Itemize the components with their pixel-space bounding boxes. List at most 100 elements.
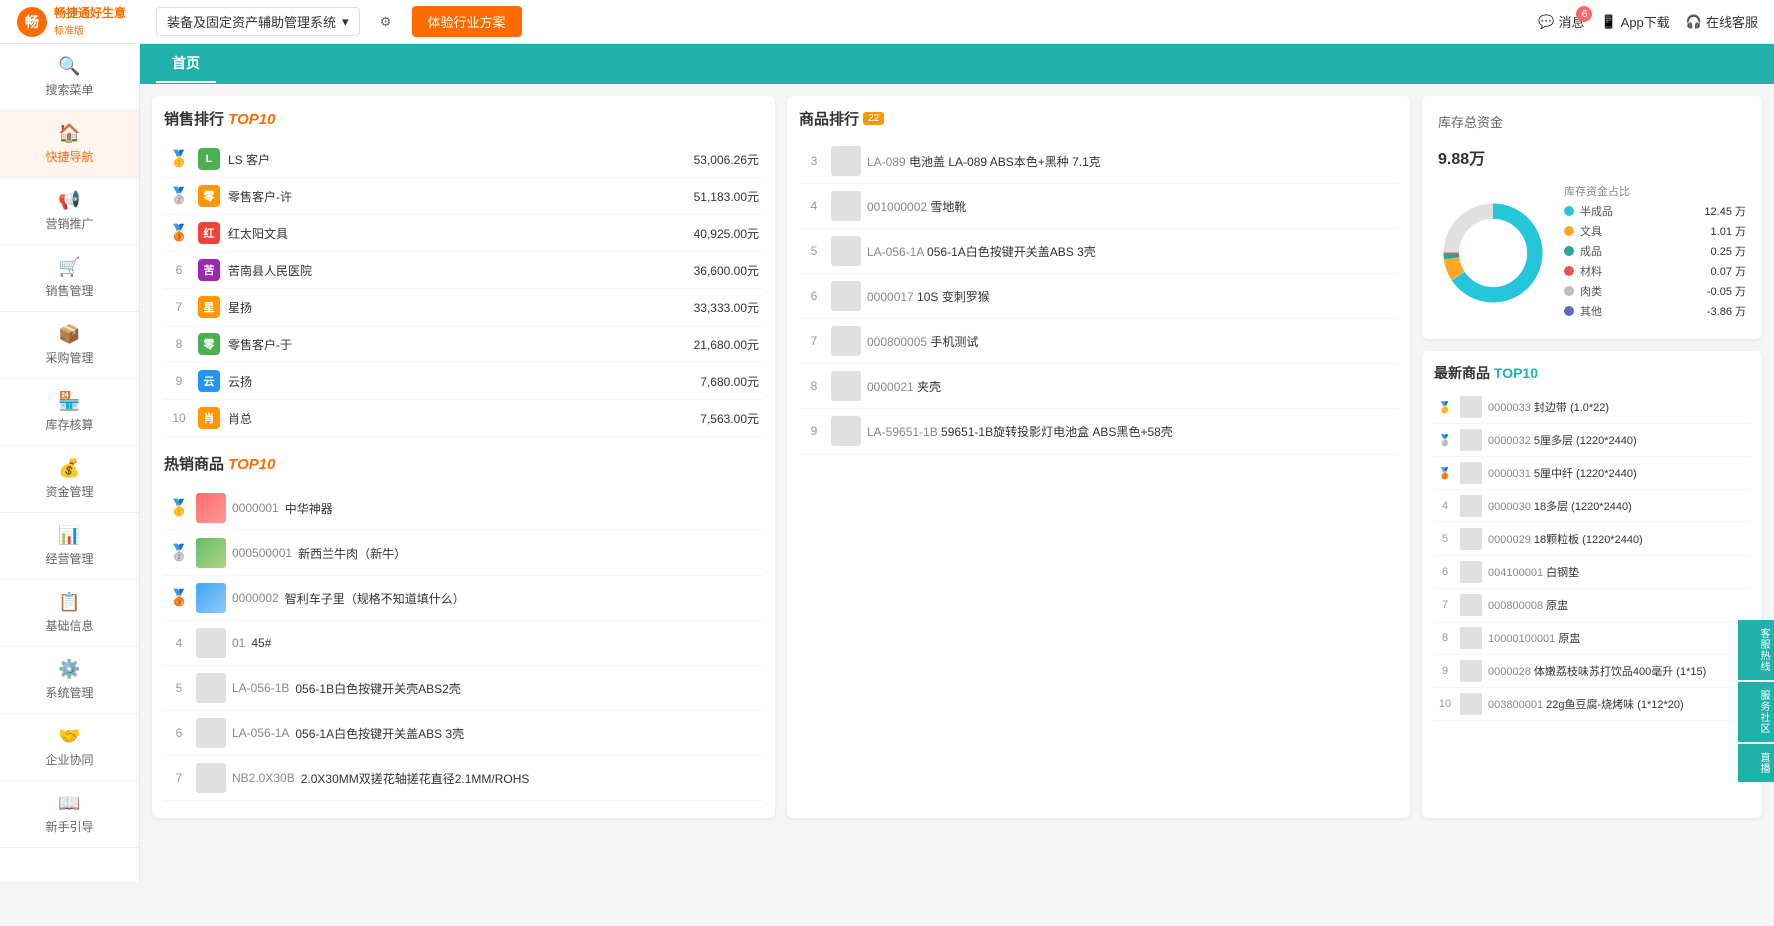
float-btn-live[interactable]: 直播 [1738, 744, 1774, 782]
float-btn-service[interactable]: 客服热线 [1738, 620, 1774, 680]
sidebar-item-search[interactable]: 🔍 搜索菜单 [0, 44, 139, 111]
message-badge: 6 [1576, 6, 1592, 22]
sidebar-item-basics[interactable]: 📋 基础信息 [0, 580, 139, 647]
legend-item: 文具 1.01 万 [1564, 223, 1746, 239]
product-code: NB2.0X30B [232, 771, 295, 785]
sidebar-item-sales[interactable]: 🛒 销售管理 [0, 245, 139, 312]
table-row: 🥈 零 零售客户-许 51,183.00元 [164, 178, 763, 215]
product-info: 001000002 雪地靴 [867, 198, 1394, 215]
sidebar-item-operations[interactable]: 📊 经营管理 [0, 513, 139, 580]
product-thumbnail [1460, 462, 1482, 484]
legend-value: -0.05 万 [1707, 283, 1746, 299]
rank-number: 9 [168, 374, 190, 388]
product-name: 2.0X30MM双搓花轴搓花直径2.1MM/ROHS [301, 770, 759, 787]
list-item: 🥇 0000033 封边带 (1.0*22) [1434, 391, 1750, 424]
cooperation-icon: 🤝 [58, 726, 80, 747]
trial-button[interactable]: 体验行业方案 [412, 6, 522, 37]
inventory-icon: 🏪 [58, 391, 80, 412]
operations-icon: 📊 [58, 525, 80, 546]
table-row: 🥇 0000001 中华神器 [164, 486, 763, 531]
product-info: 0000030 18多层 (1220*2440) [1488, 498, 1748, 514]
svg-text:畅: 畅 [25, 14, 39, 30]
right-panel: 库存总资金 9.88万 [1422, 96, 1762, 818]
sidebar-item-purchase[interactable]: 📦 采购管理 [0, 312, 139, 379]
system-icon: ⚙️ [58, 659, 80, 680]
table-row: 8 零 零售客户-于 21,680.00元 [164, 326, 763, 363]
product-info: LA-089 电池盖 LA-089 ABS本色+黑种 7.1克 [867, 153, 1394, 170]
product-thumbnail [831, 281, 861, 311]
product-thumbnail [196, 763, 226, 793]
table-row: 6 LA-056-1A 056-1A白色按键开关盖ABS 3壳 [164, 711, 763, 756]
sidebar-label-operations: 经营管理 [45, 550, 93, 567]
product-thumbnail [1460, 693, 1482, 715]
table-row: 6 0000017 10S 变刺罗猴 [799, 274, 1398, 319]
logo-icon: 畅 [16, 6, 48, 38]
app-download-button[interactable]: 📱 App下载 [1600, 12, 1669, 31]
rank-medal: 🥉 [1436, 467, 1454, 480]
avatar: 红 [198, 222, 220, 244]
customer-value: 21,680.00元 [694, 336, 759, 353]
legend-value: 0.25 万 [1711, 243, 1746, 259]
table-row: 4 01 45# [164, 621, 763, 666]
basics-icon: 📋 [58, 592, 80, 613]
customer-value: 33,333.00元 [694, 299, 759, 316]
legend-name: 其他 [1580, 303, 1701, 319]
table-row: 7 NB2.0X30B 2.0X30MM双搓花轴搓花直径2.1MM/ROHS [164, 756, 763, 801]
table-row: 🥉 0000002 智利车子里（规格不知道填什么） [164, 576, 763, 621]
list-item: 10 003800001 22g鱼豆腐-烧烤味 (1*12*20) [1434, 688, 1750, 721]
float-buttons: 客服热线 服务社区 直播 [1738, 620, 1774, 782]
sidebar-item-system[interactable]: ⚙️ 系统管理 [0, 647, 139, 714]
rank-number: 6 [803, 289, 825, 303]
rank-number: 5 [803, 244, 825, 258]
legend-item: 肉类 -0.05 万 [1564, 283, 1746, 299]
message-button[interactable]: 💬 消息 6 [1538, 12, 1584, 31]
product-ranking-badge: 22 [863, 112, 884, 125]
sales-icon: 🛒 [58, 257, 80, 278]
hot-products-section: 热销商品 TOP10 🥇 0000001 中华神器 🥈 000500001 新西… [164, 453, 763, 806]
tab-home[interactable]: 首页 [156, 45, 216, 83]
sidebar-item-marketing[interactable]: 📢 营销推广 [0, 178, 139, 245]
rank-medal: 🥈 [1436, 434, 1454, 447]
customer-value: 53,006.26元 [694, 151, 759, 168]
avatar: 零 [198, 333, 220, 355]
finance-icon: 💰 [58, 458, 80, 479]
customer-name: 苦南县人民医院 [228, 262, 694, 279]
product-thumbnail [196, 538, 226, 568]
sidebar-label-purchase: 采购管理 [45, 349, 93, 366]
legend-item: 材料 0.07 万 [1564, 263, 1746, 279]
table-row: 🥇 L LS 客户 53,006.26元 [164, 141, 763, 178]
sidebar-item-nav[interactable]: 🏠 快捷导航 [0, 111, 139, 178]
product-thumbnail [196, 628, 226, 658]
logo-sub: 标准版 [54, 22, 126, 37]
product-thumbnail [831, 371, 861, 401]
product-ranking-title: 商品排行 [799, 108, 859, 129]
product-info: 0000031 5厘中纤 (1220*2440) [1488, 465, 1748, 481]
rank-medal-3: 🥉 [168, 223, 190, 243]
online-service-button[interactable]: 🎧 在线客服 [1686, 12, 1758, 31]
list-item: 9 0000028 体嫩荔枝味苏打饮品400毫升 (1*15) [1434, 655, 1750, 688]
gear-button[interactable]: ⚙ [372, 8, 400, 36]
product-thumbnail [196, 673, 226, 703]
list-item: 🥉 0000031 5厘中纤 (1220*2440) [1434, 457, 1750, 490]
product-info: 0000029 18颗粒板 (1220*2440) [1488, 531, 1748, 547]
product-code: 0000002 [232, 591, 279, 605]
system-selector[interactable]: 装备及固定资产辅助管理系统 ▾ [156, 7, 360, 36]
legend-dot [1564, 246, 1574, 256]
sidebar-item-inventory[interactable]: 🏪 库存核算 [0, 379, 139, 446]
rank-number: 8 [803, 379, 825, 393]
rank-number: 6 [168, 263, 190, 277]
inventory-card: 库存总资金 9.88万 [1422, 96, 1762, 339]
float-btn-community[interactable]: 服务社区 [1738, 682, 1774, 742]
sidebar-item-cooperation[interactable]: 🤝 企业协同 [0, 714, 139, 781]
legend-value: 1.01 万 [1711, 223, 1746, 239]
rank-number: 4 [1436, 500, 1454, 512]
legend-value: 0.07 万 [1711, 263, 1746, 279]
customer-name: 星扬 [228, 299, 694, 316]
avatar: 云 [198, 370, 220, 392]
product-ranking-header: 商品排行 22 [799, 108, 1398, 129]
sidebar-item-guide[interactable]: 📖 新手引导 [0, 781, 139, 848]
product-info: 0000032 5厘多层 (1220*2440) [1488, 432, 1748, 448]
avatar: 零 [198, 185, 220, 207]
sidebar-item-finance[interactable]: 💰 资金管理 [0, 446, 139, 513]
home-icon: 🏠 [58, 123, 80, 144]
